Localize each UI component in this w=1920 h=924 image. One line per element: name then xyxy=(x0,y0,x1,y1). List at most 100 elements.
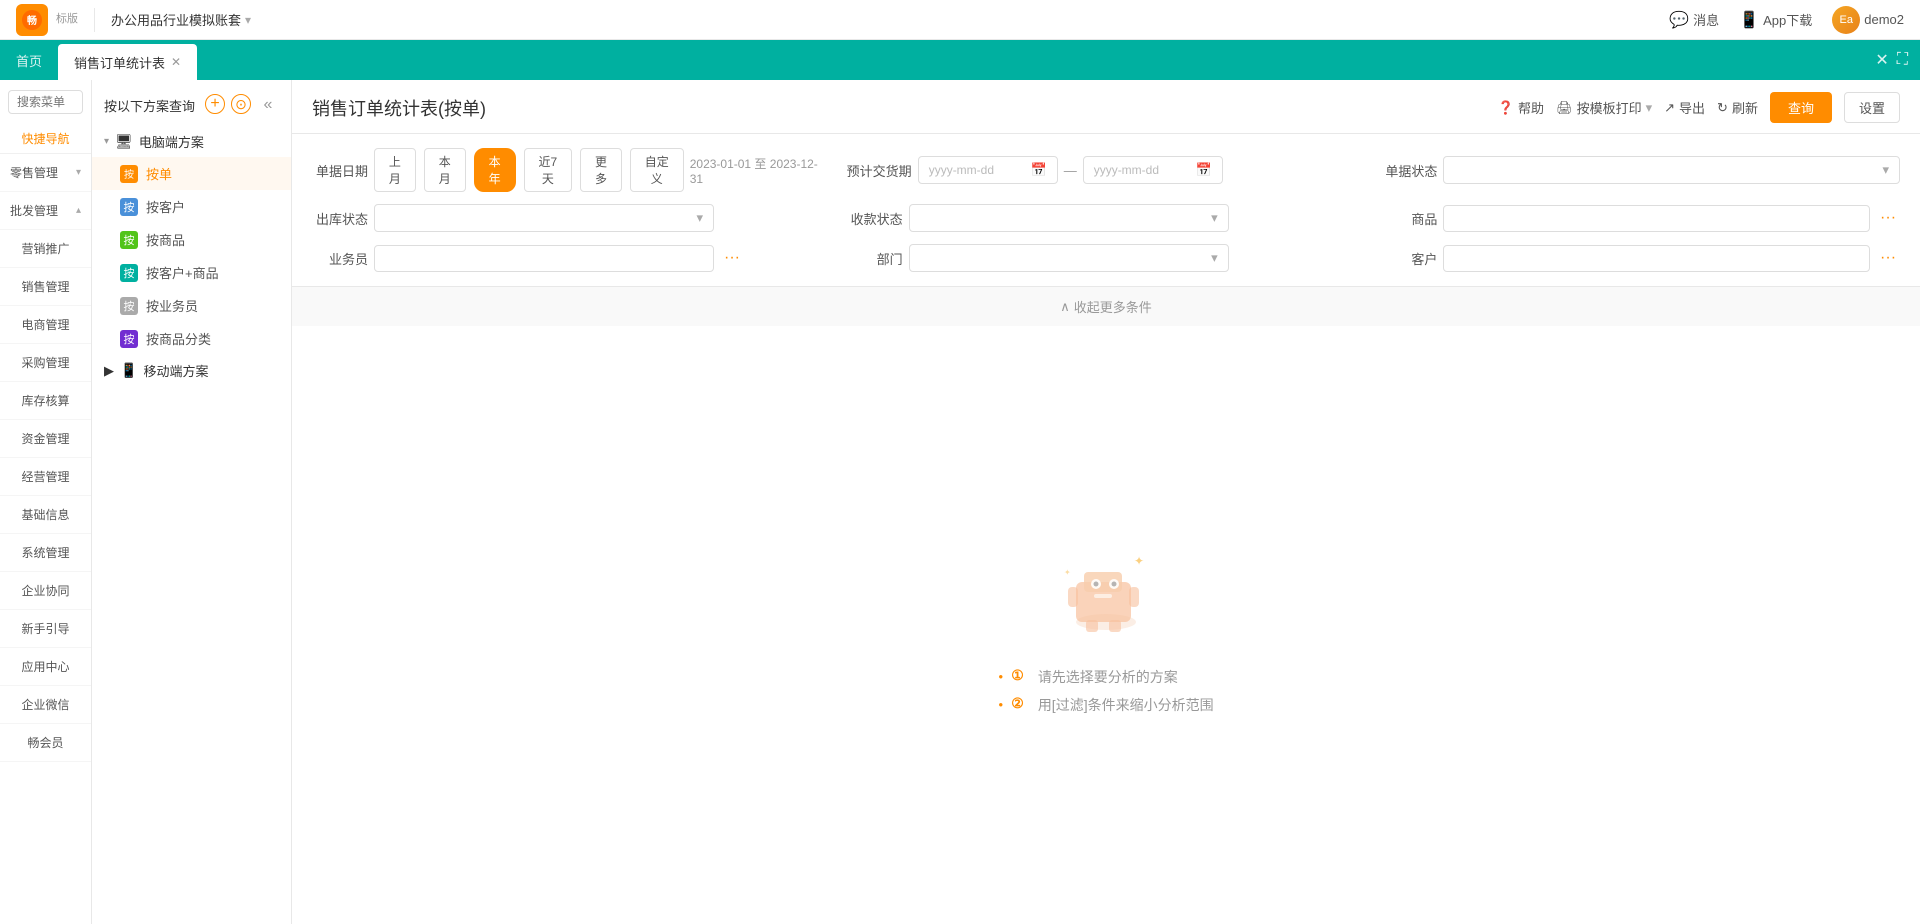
collapse-panel-btn[interactable]: « xyxy=(257,94,279,116)
search-input[interactable] xyxy=(8,90,83,114)
settings-btn[interactable]: 设置 xyxy=(1844,92,1900,123)
date-btn-this-month[interactable]: 本月 xyxy=(424,148,466,192)
mobile-scheme-section-header[interactable]: ▶ 📱 移动端方案 xyxy=(92,355,291,386)
collapse-icon: « xyxy=(264,96,273,114)
scheme-item-by-order[interactable]: 按 按单 xyxy=(92,157,291,190)
sidebar-quick-nav[interactable]: 快捷导航 xyxy=(0,124,91,154)
date-btn-last-7days[interactable]: 近7天 xyxy=(524,148,572,192)
filter-payment-status: 收款状态 ▾ xyxy=(847,204,1366,232)
filter-bill-date: 单据日期 上月 本月 本年 近7天 更多 自定义 2023-01-01 至 20… xyxy=(312,148,831,192)
settings-scheme-btn[interactable]: ⊙ xyxy=(231,94,251,114)
sidebar-item-wholesale-mgmt[interactable]: 批发管理 ▴ xyxy=(0,192,91,230)
template-print-btn[interactable]: 🖨 按模板打印 ▾ xyxy=(1556,98,1652,117)
sidebar-item-app-center[interactable]: 应用中心 xyxy=(0,648,91,686)
scheme-item-by-salesperson[interactable]: 按 按业务员 xyxy=(92,289,291,322)
date-btn-more[interactable]: 更多 xyxy=(580,148,622,192)
app-selector[interactable]: 办公用品行业模拟账套 ▾ xyxy=(111,10,251,29)
shipment-status-select[interactable]: ▾ xyxy=(374,204,714,232)
app-name-label: 办公用品行业模拟账套 xyxy=(111,10,241,29)
refresh-btn[interactable]: ↻ 刷新 xyxy=(1717,98,1758,117)
scheme-by-goods-category-label: 按商品分类 xyxy=(146,329,211,348)
salesperson-input[interactable] xyxy=(374,245,714,272)
date-btn-last-month[interactable]: 上月 xyxy=(374,148,416,192)
retail-arrow-icon: ▾ xyxy=(76,167,81,178)
left-panel-title: 按以下方案查询 xyxy=(104,96,195,115)
scheme-by-order-icon: 按 xyxy=(120,165,138,183)
tab-close-window-btn[interactable]: ✕ xyxy=(1875,50,1888,70)
scheme-by-goods-label: 按商品 xyxy=(146,230,185,249)
sidebar-item-ecom-mgmt[interactable]: 电商管理 xyxy=(0,306,91,344)
sidebar-item-member[interactable]: 畅会员 xyxy=(0,724,91,762)
add-scheme-btn[interactable]: + xyxy=(205,94,225,114)
app-selector-arrow: ▾ xyxy=(245,13,251,27)
bill-status-select[interactable]: ▾ xyxy=(1443,156,1900,184)
sidebar-item-inventory-calc[interactable]: 库存核算 xyxy=(0,382,91,420)
tab-sales-order-stat[interactable]: 销售订单统计表 ✕ xyxy=(58,44,197,80)
left-panel-actions: + ⊙ « xyxy=(205,94,279,116)
sidebar-item-basic-info[interactable]: 基础信息 xyxy=(0,496,91,534)
goods-input[interactable] xyxy=(1443,205,1870,232)
app-download-btn[interactable]: 📱 App下载 xyxy=(1739,10,1812,30)
sidebar-item-marketing[interactable]: 营销推广 xyxy=(0,230,91,268)
sidebar-item-retail-mgmt[interactable]: 零售管理 ▾ xyxy=(0,154,91,192)
user-profile[interactable]: Ea demo2 xyxy=(1832,6,1904,34)
svg-text:✦: ✦ xyxy=(1134,554,1144,568)
sidebar-item-enterprise-collab[interactable]: 企业协同 xyxy=(0,572,91,610)
help-btn[interactable]: ❓ 帮助 xyxy=(1498,98,1544,117)
sidebar-item-finance-mgmt[interactable]: 资金管理 xyxy=(0,420,91,458)
customer-input[interactable] xyxy=(1443,245,1870,272)
main-area: 销售订单统计表(按单) ❓ 帮助 🖨 按模板打印 ▾ ↗ 导出 xyxy=(292,80,1920,924)
salesperson-dots[interactable]: ··· xyxy=(720,249,744,267)
mobile-section-label: 移动端方案 xyxy=(143,361,208,380)
scheme-by-salesperson-label: 按业务员 xyxy=(146,296,198,315)
pc-scheme-section-header[interactable]: ▾ 🖥 电脑端方案 xyxy=(92,126,291,157)
settings-icon: ⊙ xyxy=(235,96,247,113)
expected-delivery-from[interactable]: yyyy-mm-dd 📅 xyxy=(918,156,1058,184)
export-btn[interactable]: ↗ 导出 xyxy=(1664,98,1705,117)
tab-close-icon[interactable]: ✕ xyxy=(171,55,181,69)
sidebar-item-new-guide[interactable]: 新手引导 xyxy=(0,610,91,648)
scheme-by-salesperson-icon: 按 xyxy=(120,297,138,315)
sidebar-item-sales-mgmt[interactable]: 销售管理 xyxy=(0,268,91,306)
pc-section-icon: 🖥 xyxy=(115,133,133,150)
page-header: 销售订单统计表(按单) ❓ 帮助 🖨 按模板打印 ▾ ↗ 导出 xyxy=(292,80,1920,134)
scheme-by-customer-icon: 按 xyxy=(120,198,138,216)
sidebar-item-sys-mgmt[interactable]: 系统管理 xyxy=(0,534,91,572)
shipment-status-arrow-icon: ▾ xyxy=(696,210,703,226)
customer-label: 客户 xyxy=(1381,249,1437,268)
scheme-by-goods-icon: 按 xyxy=(120,231,138,249)
date-btn-this-year[interactable]: 本年 xyxy=(474,148,516,192)
search-btn[interactable]: 查询 xyxy=(1770,92,1832,123)
sidebar-item-enterprise-wechat[interactable]: 企业微信 xyxy=(0,686,91,724)
payment-status-select[interactable]: ▾ xyxy=(909,204,1229,232)
customer-dots[interactable]: ··· xyxy=(1876,249,1900,267)
scheme-item-by-goods-category[interactable]: 按 按商品分类 xyxy=(92,322,291,355)
goods-dots[interactable]: ··· xyxy=(1876,209,1900,227)
payment-status-arrow-icon: ▾ xyxy=(1211,210,1218,226)
empty-state: ✦ ✦ ① 请先选择要分析的方案 ② 用[过滤]条件来缩小分析范围 xyxy=(292,326,1920,924)
collapse-filter-row[interactable]: ∧ 收起更多条件 xyxy=(292,287,1920,326)
tab-home[interactable]: 首页 xyxy=(0,40,58,80)
scheme-by-customer-goods-label: 按客户+商品 xyxy=(146,263,219,282)
svg-text:✦: ✦ xyxy=(1064,568,1071,577)
expected-delivery-to[interactable]: yyyy-mm-dd 📅 xyxy=(1083,156,1223,184)
collapse-label: 收起更多条件 xyxy=(1074,297,1152,316)
sidebar-item-ops-mgmt[interactable]: 经营管理 xyxy=(0,458,91,496)
mobile-section-icon: 📱 xyxy=(120,362,137,379)
message-btn[interactable]: 💬 消息 xyxy=(1669,10,1719,30)
scheme-item-by-goods[interactable]: 按 按商品 xyxy=(92,223,291,256)
empty-state-tips: ① 请先选择要分析的方案 ② 用[过滤]条件来缩小分析范围 xyxy=(998,667,1213,723)
message-icon: 💬 xyxy=(1669,10,1689,30)
filter-bill-status: 单据状态 ▾ xyxy=(1381,156,1900,184)
dept-select[interactable]: ▾ xyxy=(909,244,1229,272)
tab-expand-btn[interactable]: ⛶ xyxy=(1897,51,1908,69)
filter-expected-delivery: 预计交货期 yyyy-mm-dd 📅 — yyyy-mm-dd 📅 xyxy=(847,156,1366,184)
scheme-item-by-customer-goods[interactable]: 按 按客户+商品 xyxy=(92,256,291,289)
app-download-icon: 📱 xyxy=(1739,10,1759,30)
sidebar-item-purchase-mgmt[interactable]: 采购管理 xyxy=(0,344,91,382)
left-panel-header: 按以下方案查询 + ⊙ « xyxy=(92,88,291,126)
scheme-item-by-customer[interactable]: 按 按客户 xyxy=(92,190,291,223)
date-btn-custom[interactable]: 自定义 xyxy=(630,148,684,192)
brand-tagline: 标版 xyxy=(56,13,78,26)
page-title: 销售订单统计表(按单) xyxy=(312,95,486,121)
